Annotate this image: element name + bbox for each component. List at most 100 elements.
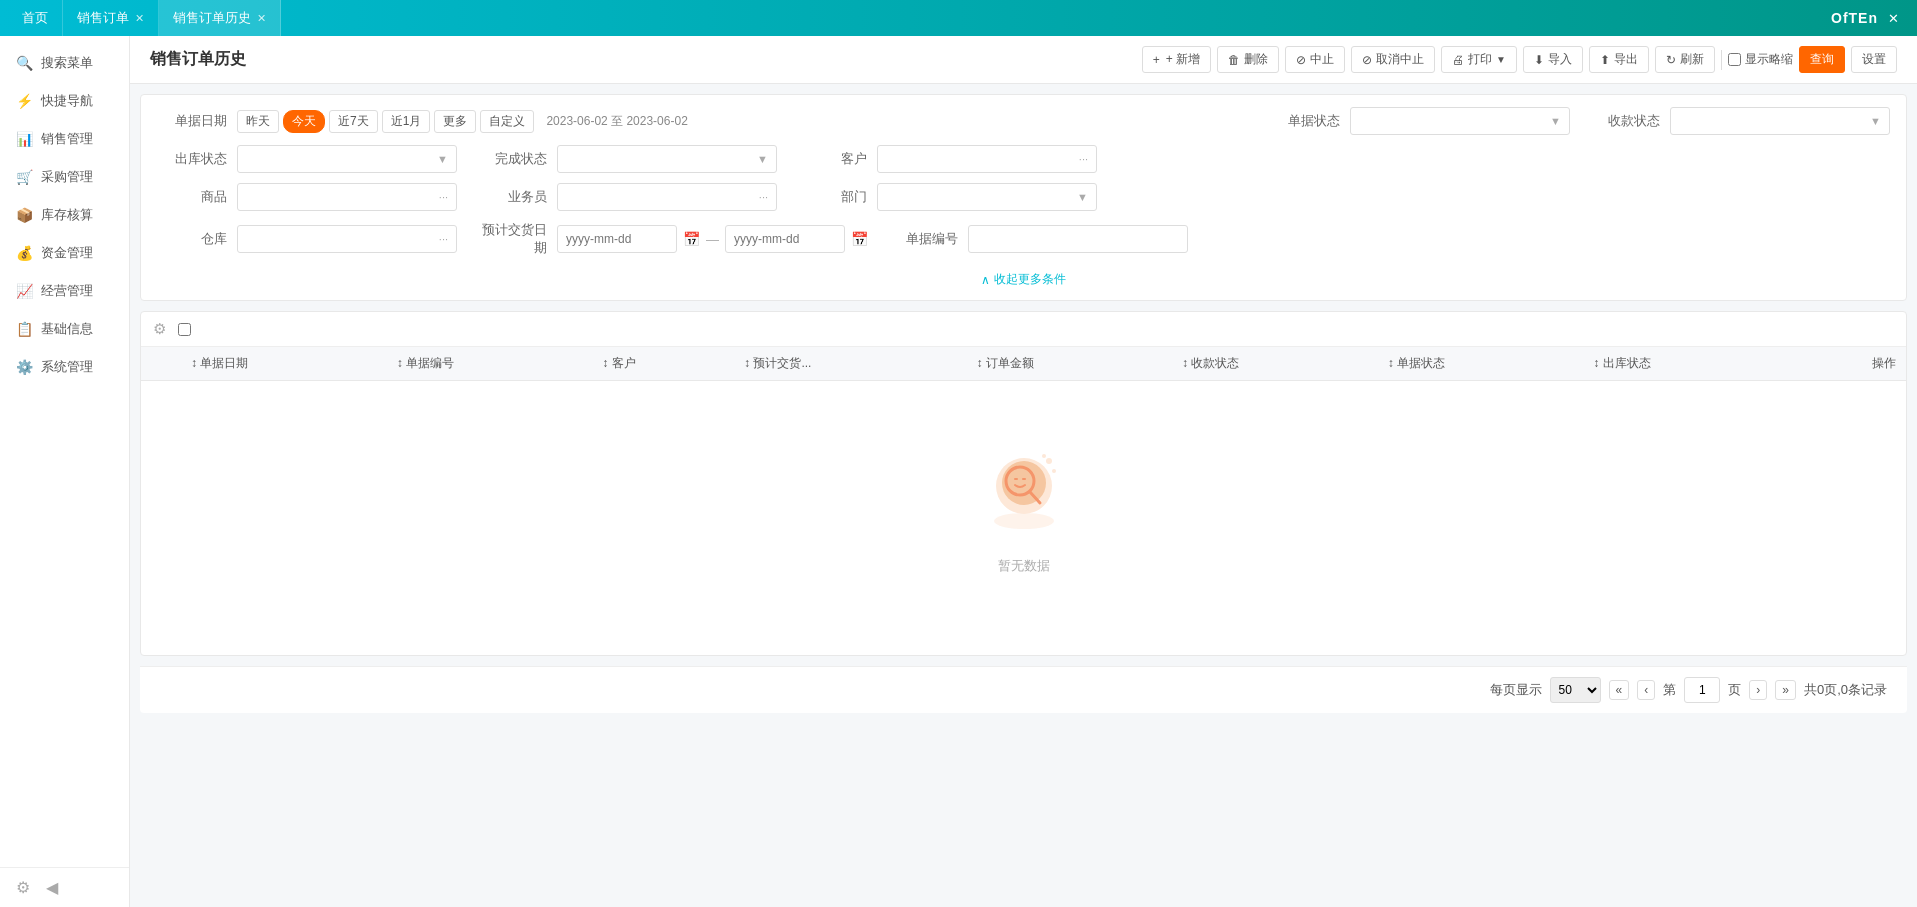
- sidebar-item-system[interactable]: ⚙️ 系统管理: [0, 348, 129, 386]
- bill-no-input-wrap[interactable]: [968, 225, 1188, 253]
- stop-button[interactable]: ⊘ 中止: [1285, 46, 1345, 73]
- first-page-btn[interactable]: «: [1609, 680, 1630, 700]
- main-layout: 🔍 搜索菜单 ⚡ 快捷导航 📊 销售管理 🛒 采购管理 📦 库存核算 💰 资金管…: [0, 36, 1917, 907]
- customer-select[interactable]: ···: [877, 145, 1097, 173]
- col-checkbox: [141, 347, 181, 381]
- refresh-button[interactable]: ↻ 刷新: [1655, 46, 1715, 73]
- date-1month-btn[interactable]: 近1月: [382, 110, 431, 133]
- settings-button[interactable]: 设置: [1851, 46, 1897, 73]
- sidebar-item-inventory[interactable]: 📦 库存核算: [0, 196, 129, 234]
- dept-select[interactable]: ▼: [877, 183, 1097, 211]
- sidebar-item-finance[interactable]: 💰 资金管理: [0, 234, 129, 272]
- cancel-stop-button[interactable]: ⊘ 取消中止: [1351, 46, 1435, 73]
- sidebar-item-system-label: 系统管理: [41, 358, 93, 376]
- delivery-status-arrow: ▼: [437, 153, 448, 165]
- table-area: ⚙ ↕ 单据日期 ↕ 单据编号: [140, 311, 1907, 656]
- col-amount[interactable]: ↕ 订单金额: [966, 347, 1172, 381]
- sidebar-item-inventory-label: 库存核算: [41, 206, 93, 224]
- svg-point-0: [994, 513, 1054, 529]
- payment-status-select[interactable]: ▼: [1670, 107, 1890, 135]
- top-bar: 首页 销售订单 ✕ 销售订单历史 ✕ OfTEn ✕: [0, 0, 1917, 36]
- tab-home-label: 首页: [22, 9, 48, 27]
- date-7days-btn[interactable]: 近7天: [329, 110, 378, 133]
- last-page-btn[interactable]: »: [1775, 680, 1796, 700]
- import-icon: ⬇: [1534, 53, 1544, 67]
- toolbar-divider: [1721, 50, 1722, 70]
- sidebar-item-basic-info-label: 基础信息: [41, 320, 93, 338]
- collapse-label: 收起更多条件: [994, 271, 1066, 288]
- complete-status-select[interactable]: ▼: [557, 145, 777, 173]
- collapse-filter-row[interactable]: ∧ 收起更多条件: [157, 267, 1890, 288]
- salesperson-select[interactable]: ···: [557, 183, 777, 211]
- content-area: 销售订单历史 + + 新增 🗑 删除 ⊘ 中止 ⊘ 取消中止: [130, 36, 1917, 907]
- window-close-icon[interactable]: ✕: [1888, 11, 1899, 26]
- sidebar-item-sales-label: 销售管理: [41, 130, 93, 148]
- bill-no-label: 单据编号: [888, 230, 968, 248]
- print-button[interactable]: 🖨 打印 ▼: [1441, 46, 1517, 73]
- collapse-sidebar-icon[interactable]: ◀: [46, 878, 58, 897]
- refresh-icon: ↻: [1666, 53, 1676, 67]
- finance-icon: 💰: [16, 245, 33, 261]
- payment-status-arrow: ▼: [1870, 115, 1881, 127]
- system-icon: ⚙️: [16, 359, 33, 375]
- toolbar: + + 新增 🗑 删除 ⊘ 中止 ⊘ 取消中止 🖨 打印: [1142, 46, 1897, 73]
- col-bill[interactable]: ↕ 单据状态: [1378, 347, 1584, 381]
- sidebar-item-sales[interactable]: 📊 销售管理: [0, 120, 129, 158]
- import-button[interactable]: ⬇ 导入: [1523, 46, 1583, 73]
- col-delivery[interactable]: ↕ 预计交货...: [734, 347, 966, 381]
- delivery-date-picker: 📅 — 📅: [557, 225, 868, 253]
- settings-bottom-icon[interactable]: ⚙: [16, 878, 30, 897]
- delivery-date-from[interactable]: [557, 225, 677, 253]
- col-no[interactable]: ↕ 单据编号: [387, 347, 593, 381]
- tab-sales-order[interactable]: 销售订单 ✕: [63, 0, 159, 36]
- collapse-up-icon: ∧: [981, 273, 990, 287]
- tab-sales-order-close[interactable]: ✕: [135, 12, 144, 25]
- sidebar-item-operations[interactable]: 📈 经营管理: [0, 272, 129, 310]
- tab-sales-order-history-close[interactable]: ✕: [257, 12, 266, 25]
- page-label-before: 第: [1663, 681, 1676, 699]
- col-stock[interactable]: ↕ 出库状态: [1583, 347, 1789, 381]
- filter-row-4: 仓库 ··· 预计交货日期 📅 — 📅 单据编号: [157, 221, 1890, 257]
- sidebar-item-purchase[interactable]: 🛒 采购管理: [0, 158, 129, 196]
- display-cols-checkbox[interactable]: [1728, 53, 1741, 66]
- sidebar-item-basic-info[interactable]: 📋 基础信息: [0, 310, 129, 348]
- delivery-status-select[interactable]: ▼: [237, 145, 457, 173]
- export-button[interactable]: ⬆ 导出: [1589, 46, 1649, 73]
- bill-status-select[interactable]: ▼: [1350, 107, 1570, 135]
- sidebar-item-search-menu[interactable]: 🔍 搜索菜单: [0, 44, 129, 82]
- col-date[interactable]: ↕ 单据日期: [181, 347, 387, 381]
- delivery-date-from-cal[interactable]: 📅: [683, 231, 700, 247]
- delete-icon: 🗑: [1228, 53, 1240, 67]
- prev-page-btn[interactable]: ‹: [1637, 680, 1655, 700]
- current-page-input[interactable]: [1684, 677, 1720, 703]
- table-toolbar: ⚙: [141, 312, 1906, 347]
- delete-button[interactable]: 🗑 删除: [1217, 46, 1279, 73]
- empty-text: 暂无数据: [998, 557, 1050, 575]
- date-label: 单据日期: [157, 112, 237, 130]
- basic-info-icon: 📋: [16, 321, 33, 337]
- date-more-btn[interactable]: 更多: [434, 110, 476, 133]
- sidebar-item-search-menu-label: 搜索菜单: [41, 54, 93, 72]
- col-payment[interactable]: ↕ 收款状态: [1172, 347, 1378, 381]
- goods-select[interactable]: ···: [237, 183, 457, 211]
- delivery-date-to-cal[interactable]: 📅: [851, 231, 868, 247]
- tab-home[interactable]: 首页: [8, 0, 63, 36]
- page-size-select[interactable]: 10 20 50 100: [1550, 677, 1601, 703]
- date-custom-btn[interactable]: 自定义: [480, 110, 534, 133]
- query-button[interactable]: 查询: [1799, 46, 1845, 73]
- table-settings-icon[interactable]: ⚙: [153, 320, 166, 338]
- date-today-btn[interactable]: 今天: [283, 110, 325, 133]
- display-cols-checkbox-label[interactable]: 显示略缩: [1728, 51, 1793, 68]
- sidebar-item-quick-nav[interactable]: ⚡ 快捷导航: [0, 82, 129, 120]
- purchase-icon: 🛒: [16, 169, 33, 185]
- filter-area: 单据日期 昨天 今天 近7天 近1月 更多 自定义 2023-06-02 至 2…: [140, 94, 1907, 301]
- date-yesterday-btn[interactable]: 昨天: [237, 110, 279, 133]
- tab-sales-order-history[interactable]: 销售订单历史 ✕: [159, 0, 281, 36]
- warehouse-dots: ···: [439, 233, 448, 245]
- select-all-checkbox[interactable]: [178, 323, 191, 336]
- col-customer[interactable]: ↕ 客户: [592, 347, 734, 381]
- delivery-date-to[interactable]: [725, 225, 845, 253]
- new-button[interactable]: + + 新增: [1142, 46, 1211, 73]
- next-page-btn[interactable]: ›: [1749, 680, 1767, 700]
- warehouse-select[interactable]: ···: [237, 225, 457, 253]
